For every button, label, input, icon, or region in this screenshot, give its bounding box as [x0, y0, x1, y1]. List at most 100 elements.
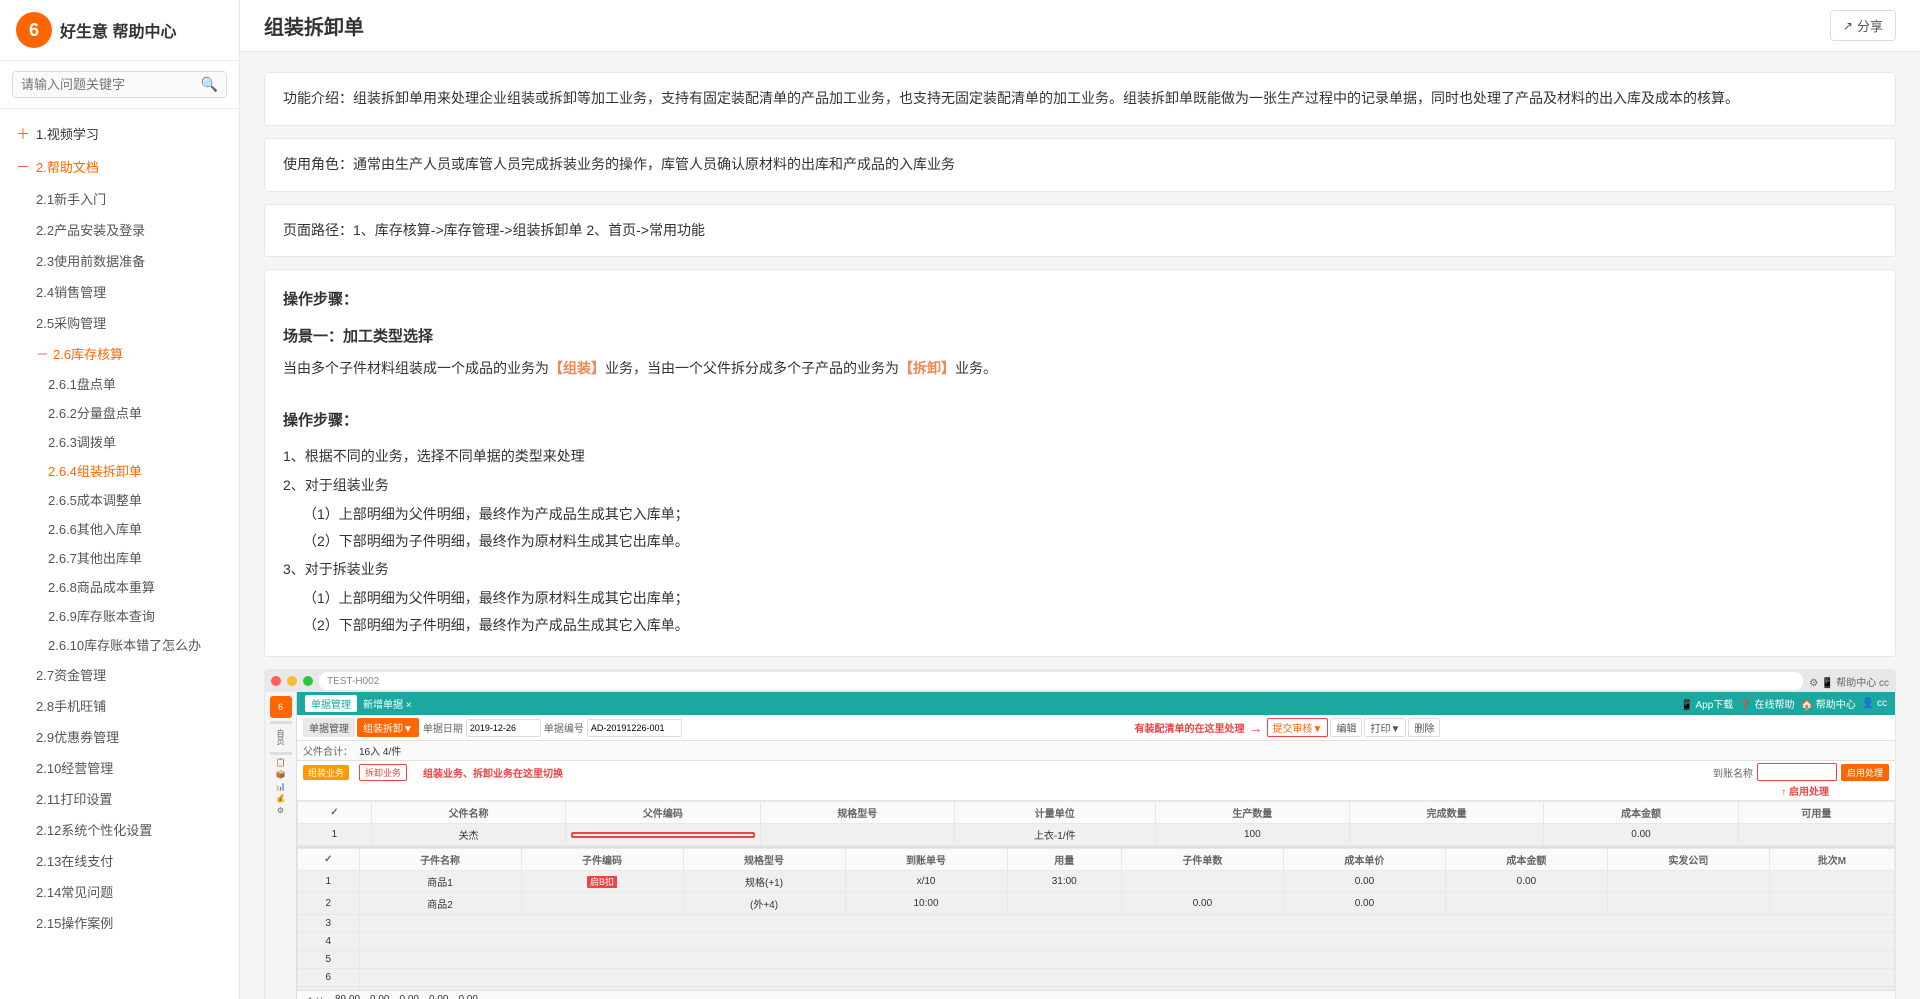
sidebar-item-purchase[interactable]: 2.5采购管理	[36, 307, 239, 338]
browser-close	[271, 676, 281, 686]
sidebar-item-sales[interactable]: 2.4销售管理	[36, 276, 239, 307]
lower-table-head: ✓ 子件名称 子件编码 规格型号 到账单号 用量 子件单数 成本单价 成本金额	[298, 849, 1895, 871]
inner-form-area: 单据管理 组装拆卸▼ 单据日期 单据编号	[297, 715, 1895, 801]
inner-date-label: 单据日期	[423, 720, 463, 735]
share-label: 分享	[1857, 16, 1883, 35]
sidebar-item-payment[interactable]: 2.13在线支付	[36, 845, 239, 876]
inner-tab-new[interactable]: 新增单据 ×	[363, 696, 412, 711]
sidebar-item-mgmt[interactable]: 2.10经营管理	[36, 752, 239, 783]
logo-icon: 6	[16, 12, 52, 48]
sidebar-item-assembly[interactable]: 2.6.4组装拆卸单	[48, 456, 239, 485]
logo-text: 好生意 帮助中心	[60, 18, 176, 42]
upper-table-head: ✓ 父件名称 父件编码 规格型号 计量单位 生产数量 完成数量 成本金额 可用量	[298, 802, 1895, 824]
sidebar-item-mobile[interactable]: 2.8手机旺铺	[36, 690, 239, 721]
sidebar-item-cost-recalc[interactable]: 2.6.8商品成本重算	[48, 572, 239, 601]
ltd-cost-amt2	[1445, 893, 1607, 915]
inner-btn-print[interactable]: 打印▼	[1364, 718, 1406, 737]
browser-min	[287, 676, 297, 686]
inner-btn-enable[interactable]: 启用处理	[1841, 764, 1889, 781]
inner-field-input[interactable]	[1757, 763, 1837, 781]
share-button[interactable]: ↗ 分享	[1830, 10, 1896, 41]
inner-icon-user: 👤 cc	[1862, 698, 1887, 709]
lth-spec: 规格型号	[683, 849, 845, 871]
ltd-batch	[1769, 871, 1894, 893]
step-3-sub-2: （2）下部明细为子件明细，最终作为产成品生成其它入库单。	[303, 613, 1877, 638]
ltd-num2: 2	[298, 893, 360, 915]
lth-bill-no: 到账单号	[845, 849, 1007, 871]
inner-no-input[interactable]	[587, 719, 682, 737]
sidebar-item-docs[interactable]: － 2.帮助文档	[0, 150, 239, 183]
search-input[interactable]	[21, 77, 201, 92]
inner-section-label-disassembly[interactable]: 拆卸业务	[359, 764, 407, 781]
inner-btn-submit[interactable]: 提交审核▼	[1267, 718, 1329, 737]
sidebar-item-label: 2.帮助文档	[36, 157, 99, 176]
step-1: 1、根据不同的业务，选择不同单据的类型来处理	[283, 444, 1877, 469]
sidebar-item-newbie[interactable]: 2.1新手入门	[36, 183, 239, 214]
inner-type-btn1[interactable]: 单据管理	[303, 718, 355, 737]
inner-main-panel: 单据管理 新增单据 × 📱 App下载 ❓ 在线帮助 🏠 帮助中心 👤 cc	[297, 692, 1895, 999]
minus-icon: －	[16, 160, 30, 174]
ltd-unit-cost2: 0.00	[1283, 893, 1445, 915]
annotation-top-text: 有装配清单的在这里处理	[1135, 720, 1245, 735]
lower-table-body: 1 商品1 启B扣 规格(+1) x/10 31:00 0.00 0.00	[298, 871, 1895, 991]
sidebar-item-videos[interactable]: ＋ 1.视频学习	[0, 117, 239, 150]
total-amt4: 0.00	[429, 994, 448, 999]
ltd-spec: 规格(+1)	[683, 871, 845, 893]
inner-btn-del[interactable]: 删除	[1408, 718, 1440, 737]
plus-icon: ＋	[16, 127, 30, 141]
sidebar-item-install[interactable]: 2.2产品安装及登录	[36, 214, 239, 245]
inner-nav-icon3: 📊	[276, 782, 286, 791]
sidebar-item-data-prep[interactable]: 2.3使用前数据准备	[36, 245, 239, 276]
td-cost: 0.00	[1544, 824, 1738, 846]
th-cost: 成本金额	[1544, 802, 1738, 824]
sidebar-item-other-out[interactable]: 2.6.7其他出库单	[48, 543, 239, 572]
inner-upper-table: ✓ 父件名称 父件编码 规格型号 计量单位 生产数量 完成数量 成本金额 可用量	[297, 801, 1895, 848]
sidebar-item-ledger-fix[interactable]: 2.6.10库存账本错了怎么办	[48, 630, 239, 659]
intro-block-2: 使用角色：通常由生产人员或库管人员完成拆装业务的操作，库管人员确认原材料的出库和…	[264, 138, 1896, 192]
sidebar-item-faq[interactable]: 2.14常见问题	[36, 876, 239, 907]
th-parent-name: 父件名称	[371, 802, 565, 824]
nav-section-1: ＋ 1.视频学习	[0, 117, 239, 150]
step-3-subs: （1）上部明细为父件明细，最终作为原材料生成其它出库单； （2）下部明细为子件明…	[283, 586, 1877, 638]
sidebar-item-cases[interactable]: 2.15操作案例	[36, 907, 239, 938]
step-3-sub-1: （1）上部明细为父件明细，最终作为原材料生成其它出库单；	[303, 586, 1877, 611]
sidebar-item-custom[interactable]: 2.12系统个性化设置	[36, 814, 239, 845]
ops-title: 操作步骤：	[283, 286, 1877, 313]
upper-table-body: 1 关杰 上衣-1/件 100 0.00	[298, 824, 1895, 846]
ltd-num5: 5	[298, 951, 360, 969]
sidebar-item-finance[interactable]: 2.7资金管理	[36, 659, 239, 690]
inner-totals-row: 合计 89.00 0.00 0.00 0.00 0.00	[297, 990, 1895, 999]
sidebar-item-partial-stocktake[interactable]: 2.6.2分量盘点单	[48, 398, 239, 427]
inner-no-label: 单据编号	[544, 720, 584, 735]
sidebar-item-coupon[interactable]: 2.9优惠券管理	[36, 721, 239, 752]
inner-btn-edit[interactable]: 编辑	[1330, 718, 1362, 737]
inner-type-btn-active[interactable]: 组装拆卸▼	[357, 718, 419, 737]
sidebar-item-stocktake[interactable]: 2.6.1盘点单	[48, 369, 239, 398]
search-area: 🔍	[0, 61, 239, 109]
inner-right-panel: 到账名称 启用处理	[1713, 763, 1889, 781]
content-area: 功能介绍：组装拆卸单用来处理企业组装或拆卸等加工业务，支持有固定装配清单的产品加…	[240, 52, 1920, 999]
sidebar-item-ledger[interactable]: 2.6.9库存账本查询	[48, 601, 239, 630]
sidebar-item-other-in[interactable]: 2.6.6其他入库单	[48, 514, 239, 543]
ltd-company	[1607, 871, 1769, 893]
sidebar-item-print[interactable]: 2.11打印设置	[36, 783, 239, 814]
td-code-red: 启B扣	[587, 876, 617, 888]
ltd-empty6	[359, 969, 1894, 987]
steps-block: 操作步骤： 场景一：加工类型选择 当由多个子件材料组装成一个成品的业务为【组装】…	[264, 269, 1896, 657]
inner-date-input[interactable]	[466, 719, 541, 737]
browser-max	[303, 676, 313, 686]
search-icon[interactable]: 🔍	[201, 76, 218, 93]
share-icon: ↗	[1843, 19, 1853, 33]
td-parent-code	[566, 824, 760, 846]
lth-child-name: 子件名称	[359, 849, 521, 871]
total-amt3: 0.00	[400, 994, 419, 999]
sidebar-item-transfer[interactable]: 2.6.3调拨单	[48, 427, 239, 456]
lower-table: ✓ 子件名称 子件编码 规格型号 到账单号 用量 子件单数 成本单价 成本金额	[297, 848, 1895, 990]
inner-tab-home[interactable]: 单据管理	[305, 695, 357, 712]
sidebar-item-cost-adjust[interactable]: 2.6.5成本调整单	[48, 485, 239, 514]
nav-tree: ＋ 1.视频学习 － 2.帮助文档 2.1新手入门 2.2产品安装及登录 2.3…	[0, 109, 239, 999]
td-unit: 上衣-1/件	[954, 824, 1155, 846]
ltd-bill: x/10	[845, 871, 1007, 893]
sidebar-item-inventory[interactable]: －2.6库存核算	[36, 338, 239, 369]
inner-app: 6 自员 📋 📦 📊 💰 ⚙ 单据管理 新增单	[265, 692, 1895, 999]
